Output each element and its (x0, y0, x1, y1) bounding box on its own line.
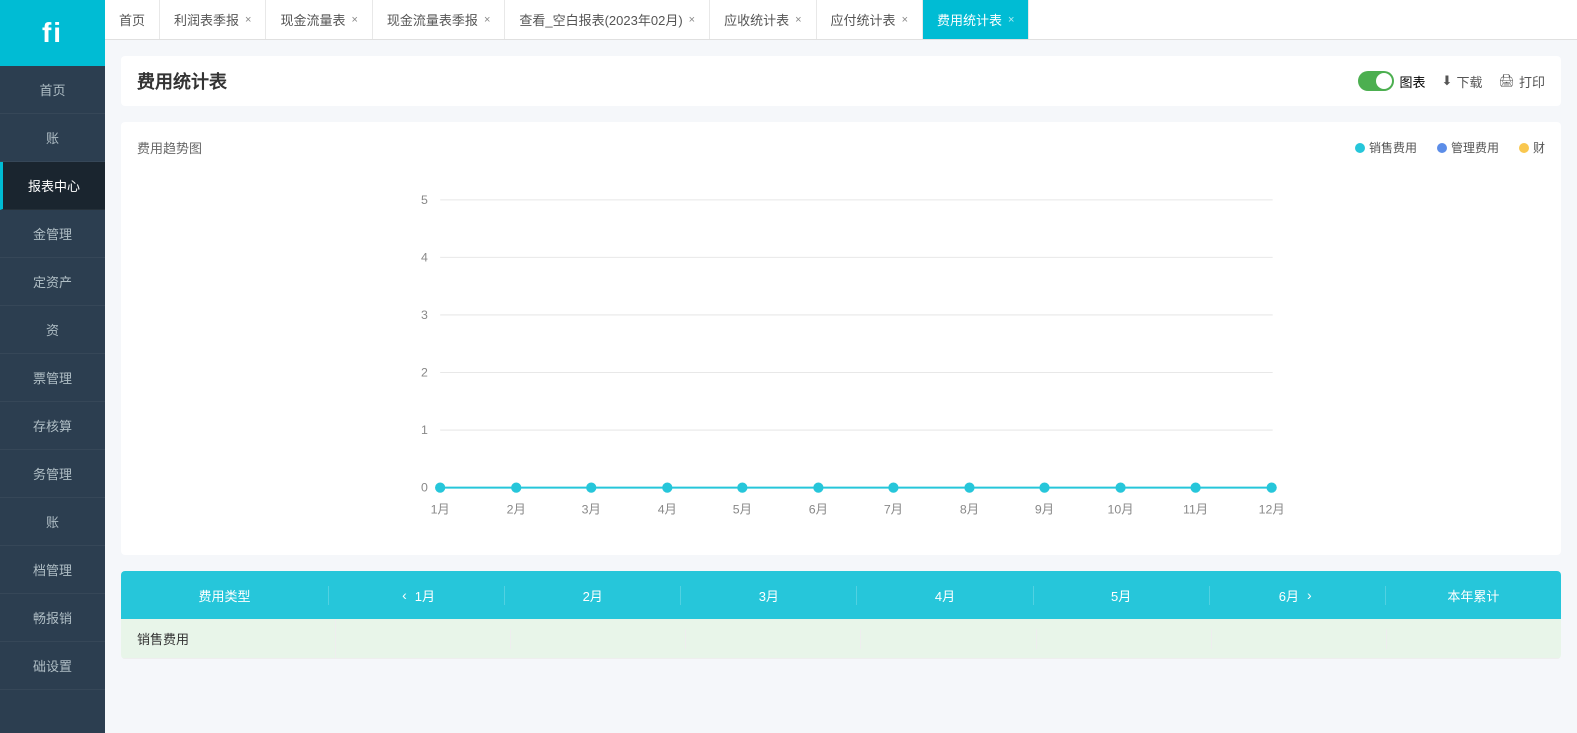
legend-sales-label: 销售费用 (1369, 139, 1417, 156)
svg-text:3月: 3月 (582, 502, 601, 516)
sidebar: fi 首页 账 报表中心 金管理 定资产 资 票管理 存核算 务管理 账 档管理… (0, 0, 105, 733)
svg-text:2月: 2月 (507, 502, 526, 516)
td-sales-annual (1387, 629, 1561, 649)
tab-cashflow-quarterly[interactable]: 现金流量表季报 × (373, 0, 505, 39)
sidebar-item-account[interactable]: 账 (0, 114, 105, 162)
tab-home[interactable]: 首页 (105, 0, 160, 39)
svg-text:11月: 11月 (1183, 502, 1208, 516)
table-header-row: 费用类型 ‹ 1月 2月 3月 4月 5月 (121, 571, 1561, 619)
sidebar-item-archive[interactable]: 档管理 (0, 546, 105, 594)
chart-toggle[interactable] (1358, 71, 1394, 91)
tab-blank-report[interactable]: 查看_空白报表(2023年02月) × (505, 0, 710, 39)
table-nav-prev[interactable]: ‹ (398, 587, 411, 603)
legend-sales: 销售费用 (1355, 139, 1417, 156)
th-month3: 3月 (681, 586, 857, 605)
tab-bar: 首页 利润表季报 × 现金流量表 × 现金流量表季报 × 查看_空白报表(202… (105, 0, 1577, 40)
legend-finance: 财 (1519, 139, 1545, 156)
line-chart-svg: 5 4 3 2 1 0 1月 2月 3月 4月 5月 6月 7月 8月 9 (137, 169, 1545, 539)
legend-mgmt-dot (1437, 143, 1447, 153)
tab-close-blank-report[interactable]: × (689, 14, 695, 26)
sidebar-item-home[interactable]: 首页 (0, 66, 105, 114)
chart-header: 费用趋势图 销售费用 管理费用 财 (137, 138, 1545, 157)
download-button[interactable]: ⬇ 下载 (1442, 72, 1483, 91)
chart-toggle-wrap: 图表 (1358, 71, 1426, 91)
td-sales-label: 销售费用 (121, 619, 336, 658)
download-icon: ⬇ (1442, 73, 1453, 89)
print-icon: 🖨 (1498, 73, 1515, 89)
sidebar-item-capital[interactable]: 资 (0, 306, 105, 354)
td-sales-m1 (336, 629, 511, 649)
svg-text:1月: 1月 (431, 502, 450, 516)
tab-close-profit-quarterly[interactable]: × (245, 14, 251, 26)
print-button[interactable]: 🖨 打印 (1498, 72, 1545, 91)
legend-finance-label: 财 (1533, 139, 1545, 156)
tab-payable[interactable]: 应付统计表 × (817, 0, 923, 39)
svg-text:12月: 12月 (1259, 502, 1285, 516)
tab-profit-quarterly[interactable]: 利润表季报 × (160, 0, 266, 39)
content-area: 费用统计表 图表 ⬇ 下载 🖨 打印 费用趋势图 (105, 40, 1577, 733)
sidebar-item-reports[interactable]: 报表中心 (0, 162, 105, 210)
th-month4: 4月 (857, 586, 1033, 605)
chart-container: 5 4 3 2 1 0 1月 2月 3月 4月 5月 6月 7月 8月 9 (137, 169, 1545, 539)
print-label: 打印 (1519, 72, 1545, 91)
svg-text:6月: 6月 (809, 502, 828, 516)
main-area: 首页 利润表季报 × 现金流量表 × 现金流量表季报 × 查看_空白报表(202… (105, 0, 1577, 733)
sidebar-item-invoice[interactable]: 票管理 (0, 354, 105, 402)
svg-text:4: 4 (421, 251, 428, 265)
tab-close-payable[interactable]: × (902, 14, 908, 26)
page-title: 费用统计表 (137, 68, 227, 94)
tab-expense-stats[interactable]: 费用统计表 × (923, 0, 1029, 39)
legend-mgmt-label: 管理费用 (1451, 139, 1499, 156)
sidebar-item-expense[interactable]: 畅报销 (0, 594, 105, 642)
svg-text:0: 0 (421, 481, 428, 495)
svg-text:2: 2 (421, 366, 428, 380)
svg-text:3: 3 (421, 308, 428, 322)
svg-text:10月: 10月 (1108, 502, 1134, 516)
td-sales-m4 (861, 629, 1036, 649)
svg-text:4月: 4月 (658, 502, 677, 516)
legend-finance-dot (1519, 143, 1529, 153)
tab-close-cashflow[interactable]: × (351, 14, 357, 26)
chart-title: 费用趋势图 (137, 138, 202, 157)
th-month1: ‹ 1月 (329, 586, 505, 605)
td-sales-m6 (1212, 629, 1387, 649)
td-sales-m2 (511, 629, 686, 649)
table-row-sales: 销售费用 (121, 619, 1561, 659)
th-month2: 2月 (505, 586, 681, 605)
th-annual: 本年累计 (1386, 586, 1561, 605)
svg-text:9月: 9月 (1035, 502, 1054, 516)
svg-text:5: 5 (421, 193, 428, 207)
tab-close-expense-stats[interactable]: × (1008, 14, 1014, 26)
svg-text:1: 1 (421, 423, 428, 437)
svg-text:7月: 7月 (884, 502, 903, 516)
sidebar-item-service[interactable]: 务管理 (0, 450, 105, 498)
th-month5: 5月 (1034, 586, 1210, 605)
td-sales-m3 (686, 629, 861, 649)
tab-close-cashflow-quarterly[interactable]: × (484, 14, 490, 26)
sidebar-item-settings[interactable]: 础设置 (0, 642, 105, 690)
chart-section: 费用趋势图 销售费用 管理费用 财 (121, 122, 1561, 555)
sidebar-item-ledger[interactable]: 账 (0, 498, 105, 546)
chart-toggle-label: 图表 (1400, 72, 1426, 91)
tab-cashflow[interactable]: 现金流量表 × (266, 0, 372, 39)
download-label: 下载 (1456, 72, 1482, 91)
td-sales-m5 (1037, 629, 1212, 649)
tab-close-receivable[interactable]: × (795, 14, 801, 26)
table-section: 费用类型 ‹ 1月 2月 3月 4月 5月 (121, 571, 1561, 659)
legend-mgmt: 管理费用 (1437, 139, 1499, 156)
header-actions: 图表 ⬇ 下载 🖨 打印 (1358, 71, 1545, 91)
sidebar-logo: fi (0, 0, 105, 66)
th-month6: 6月 › (1210, 586, 1386, 605)
chart-legend: 销售费用 管理费用 财 (1355, 139, 1545, 156)
sidebar-item-assets[interactable]: 定资产 (0, 258, 105, 306)
page-header: 费用统计表 图表 ⬇ 下载 🖨 打印 (121, 56, 1561, 106)
svg-text:5月: 5月 (733, 502, 752, 516)
svg-text:8月: 8月 (960, 502, 979, 516)
table-nav-next[interactable]: › (1303, 587, 1316, 603)
legend-sales-dot (1355, 143, 1365, 153)
tab-receivable[interactable]: 应收统计表 × (710, 0, 816, 39)
sidebar-item-cash[interactable]: 金管理 (0, 210, 105, 258)
th-expense-type: 费用类型 (121, 586, 329, 605)
sidebar-item-inventory[interactable]: 存核算 (0, 402, 105, 450)
